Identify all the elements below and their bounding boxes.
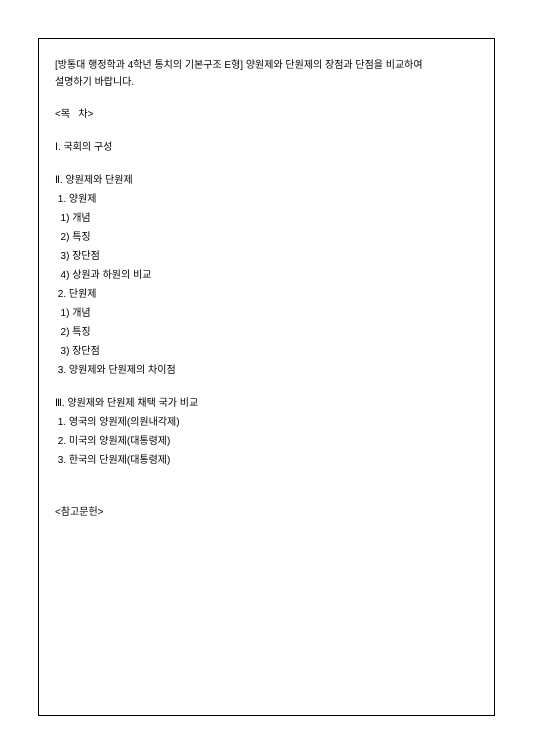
section-2-item-2-3: 3) 장단점 <box>55 342 478 361</box>
document-page: [방통대 행정학과 4학년 통치의 기본구조 E형] 양원제와 단원제의 장점과… <box>38 38 495 716</box>
section-2-item-3: 3. 양원제와 단원제의 차이점 <box>55 361 478 380</box>
document-title: [방통대 행정학과 4학년 통치의 기본구조 E형] 양원제와 단원제의 장점과… <box>55 57 478 91</box>
section-1-heading: Ⅰ. 국회의 구성 <box>55 138 478 157</box>
section-2-item-2: 2. 단원제 <box>55 285 478 304</box>
section-1: Ⅰ. 국회의 구성 <box>55 138 478 157</box>
section-2-item-1-4: 4) 상원과 하원의 비교 <box>55 266 478 285</box>
title-line-2: 설명하기 바랍니다. <box>55 77 134 88</box>
section-2: Ⅱ. 양원제와 단원제 1. 양원제 1) 개념 2) 특징 3) 장단점 4)… <box>55 171 478 380</box>
toc-header: <목 차> <box>55 105 478 124</box>
section-2-item-1-1: 1) 개념 <box>55 209 478 228</box>
section-2-heading: Ⅱ. 양원제와 단원제 <box>55 171 478 190</box>
section-3-item-3: 3. 한국의 단원제(대통령제) <box>55 451 478 470</box>
section-2-item-1-3: 3) 장단점 <box>55 247 478 266</box>
section-2-item-1: 1. 양원제 <box>55 190 478 209</box>
title-line-1: [방통대 행정학과 4학년 통치의 기본구조 E형] 양원제와 단원제의 장점과… <box>55 60 423 71</box>
references-heading: <참고문헌> <box>55 503 478 522</box>
section-3-heading: Ⅲ. 양원제와 단원제 채택 국가 비교 <box>55 394 478 413</box>
section-3-item-2: 2. 미국의 양원제(대통령제) <box>55 432 478 451</box>
section-2-item-2-1: 1) 개념 <box>55 304 478 323</box>
section-3: Ⅲ. 양원제와 단원제 채택 국가 비교 1. 영국의 양원제(의원내각제) 2… <box>55 394 478 470</box>
section-2-item-2-2: 2) 특징 <box>55 323 478 342</box>
section-3-item-1: 1. 영국의 양원제(의원내각제) <box>55 413 478 432</box>
section-2-item-1-2: 2) 특징 <box>55 228 478 247</box>
